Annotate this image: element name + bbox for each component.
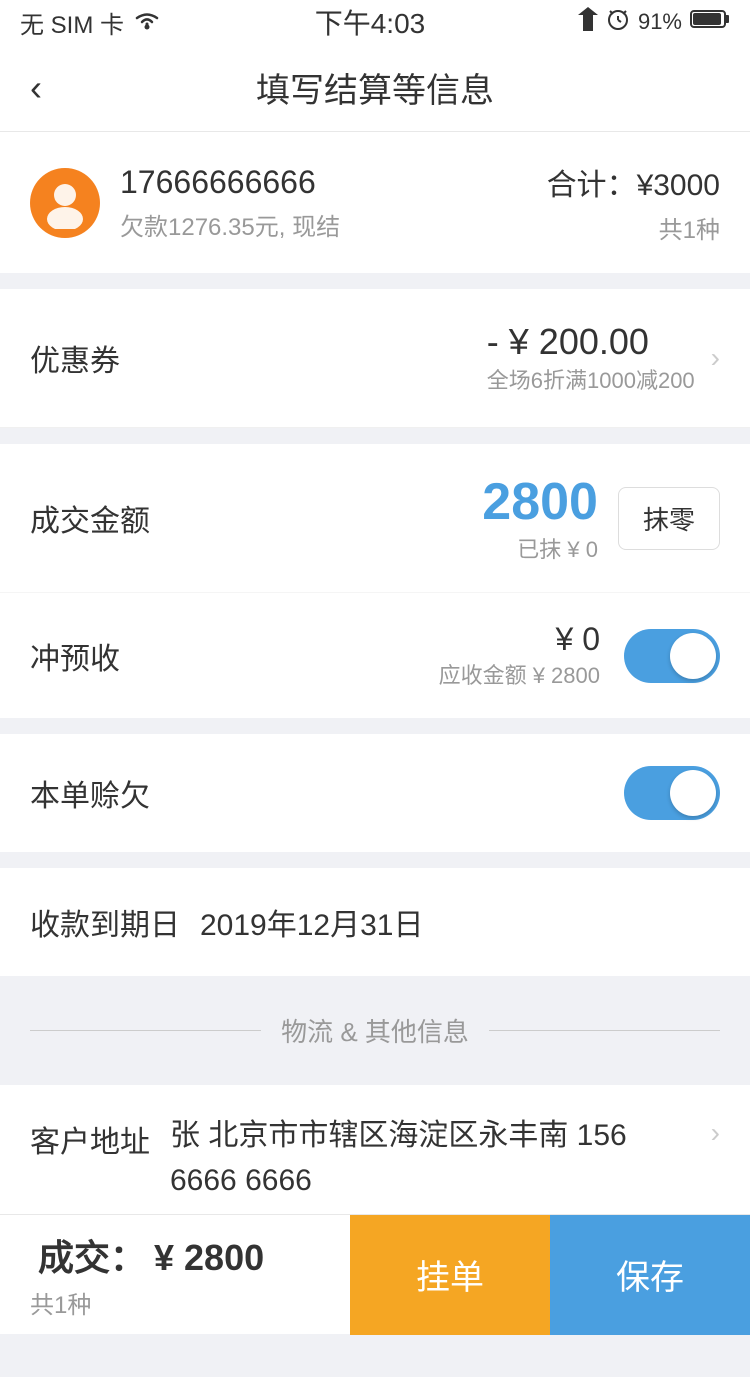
content: 17666666666 欠款1276.35元, 现结 合计：¥3000 共1种 …	[0, 132, 750, 1377]
bottom-deal-label: 成交：	[38, 1237, 146, 1278]
prepaid-amount-wrap: ¥ 0 应收金额 ¥ 2800	[439, 621, 600, 690]
carrier-text: 无 SIM 卡	[20, 5, 124, 40]
deal-right: 2800 已抹 ¥ 0 抹零	[482, 472, 720, 564]
address-label: 客户地址	[30, 1113, 150, 1161]
writeoff-toggle-knob	[670, 770, 716, 816]
prepaid-label: 冲预收	[30, 634, 120, 678]
deal-amount-value: 2800	[482, 472, 598, 532]
writeoff-toggle[interactable]	[624, 766, 720, 820]
round-zero-button[interactable]: 抹零	[618, 487, 720, 550]
coupon-label: 优惠券	[30, 336, 120, 380]
bottom-summary: 成交：¥ 2800 共1种	[0, 1229, 350, 1320]
prepaid-toggle[interactable]	[624, 629, 720, 683]
logistics-divider: 物流 & 其他信息	[0, 992, 750, 1069]
pending-button[interactable]: 挂单	[350, 1215, 550, 1335]
bottom-deal-amount: ¥ 2800	[154, 1237, 264, 1278]
total-value: ¥3000	[637, 169, 720, 202]
bottom-deal-line: 成交：¥ 2800	[30, 1229, 320, 1281]
deal-amount-wrap: 2800 已抹 ¥ 0	[482, 472, 598, 564]
coupon-chevron-icon: ›	[711, 342, 720, 374]
customer-left: 17666666666 欠款1276.35元, 现结	[30, 164, 340, 242]
logistics-label: 物流 & 其他信息	[281, 1012, 469, 1049]
writeoff-label: 本单赊欠	[30, 771, 150, 815]
customer-card: 17666666666 欠款1276.35元, 现结 合计：¥3000 共1种	[0, 132, 750, 273]
coupon-row[interactable]: 优惠券 - ¥ 200.00 全场6折满1000减200 ›	[0, 289, 750, 428]
toggle-knob	[670, 633, 716, 679]
address-chevron-icon: ›	[711, 1113, 720, 1149]
bottom-count: 共1种	[30, 1285, 320, 1320]
battery-icon	[690, 8, 730, 36]
deal-amount-sub: 已抹 ¥ 0	[482, 532, 598, 564]
coupon-amount-wrap: - ¥ 200.00 全场6折满1000减200	[487, 321, 695, 395]
address-value: 张 北京市市辖区海淀区永丰南 156 6666 6666	[170, 1113, 695, 1203]
customer-phone: 17666666666	[120, 164, 340, 201]
alarm-icon	[606, 7, 630, 37]
writeoff-row: 本单赊欠	[0, 734, 750, 852]
total-amount: 合计：¥3000	[547, 160, 720, 204]
prepaid-amount: ¥ 0	[439, 621, 600, 658]
location-icon	[578, 7, 598, 37]
status-right: 91%	[578, 7, 730, 37]
wifi-icon	[132, 8, 162, 37]
duedate-row: 收款到期日 2019年12月31日	[0, 868, 750, 976]
status-time: 下午4:03	[315, 2, 426, 42]
total-count: 共1种	[547, 210, 720, 245]
customer-info: 17666666666 欠款1276.35元, 现结	[120, 164, 340, 242]
status-left: 无 SIM 卡	[20, 5, 162, 40]
deal-amount-label: 成交金额	[30, 496, 150, 540]
avatar	[30, 168, 100, 238]
total-label: 合计：	[547, 169, 637, 202]
header: ‹ 填写结算等信息	[0, 44, 750, 132]
coupon-amount: - ¥ 200.00	[487, 321, 695, 363]
duedate-label: 收款到期日	[30, 900, 180, 944]
status-bar: 无 SIM 卡 下午4:03 91%	[0, 0, 750, 44]
save-button[interactable]: 保存	[550, 1215, 750, 1335]
coupon-desc: 全场6折满1000减200	[487, 363, 695, 395]
deal-amount-row: 成交金额 2800 已抹 ¥ 0 抹零	[0, 444, 750, 593]
customer-right: 合计：¥3000 共1种	[547, 160, 720, 245]
back-button[interactable]: ‹	[30, 67, 42, 109]
bottom-bar: 成交：¥ 2800 共1种 挂单 保存	[0, 1214, 750, 1334]
divider-line-right	[489, 1030, 720, 1031]
prepaid-row: 冲预收 ¥ 0 应收金额 ¥ 2800	[0, 593, 750, 718]
address-row[interactable]: 客户地址 张 北京市市辖区海淀区永丰南 156 6666 6666 ›	[0, 1085, 750, 1231]
duedate-value: 2019年12月31日	[200, 900, 423, 944]
prepaid-right: ¥ 0 应收金额 ¥ 2800	[439, 621, 720, 690]
divider-line-left	[30, 1030, 261, 1031]
deal-section: 成交金额 2800 已抹 ¥ 0 抹零 冲预收 ¥ 0 应收金额 ¥ 2800	[0, 444, 750, 718]
page-title: 填写结算等信息	[256, 63, 494, 112]
battery-percent: 91%	[638, 9, 682, 35]
coupon-right: - ¥ 200.00 全场6折满1000减200 ›	[487, 321, 720, 395]
prepaid-sub: 应收金额 ¥ 2800	[439, 658, 600, 690]
customer-sub: 欠款1276.35元, 现结	[120, 207, 340, 242]
